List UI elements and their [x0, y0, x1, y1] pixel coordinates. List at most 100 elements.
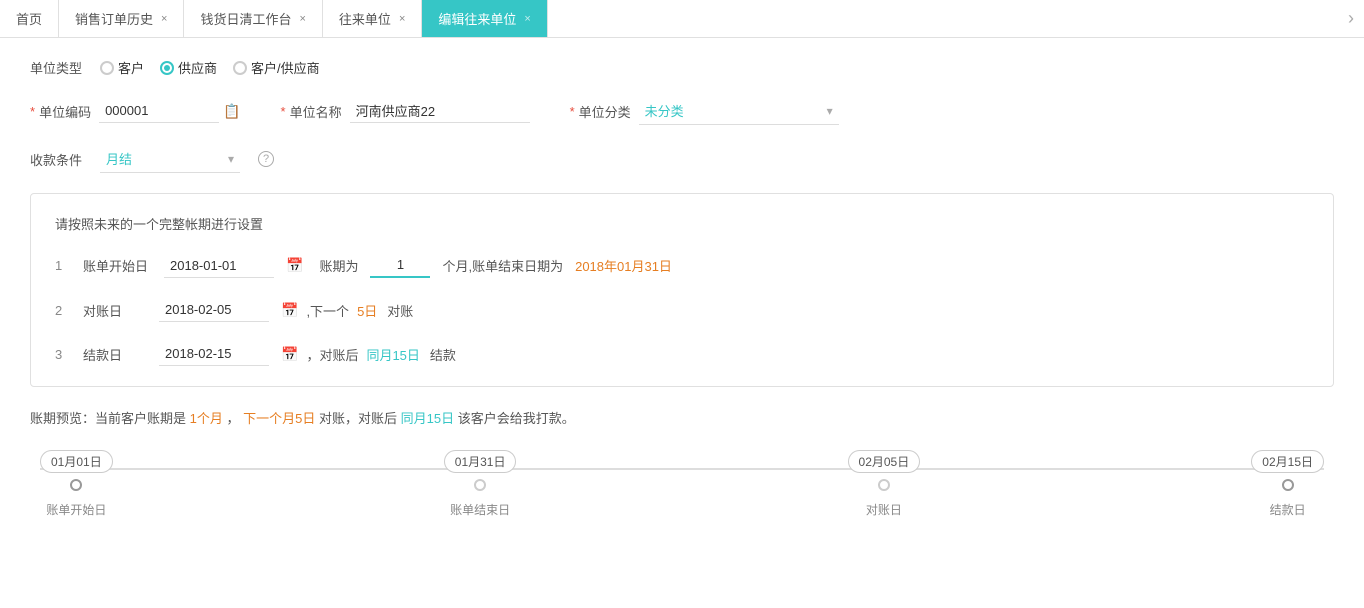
- tab-home[interactable]: 首页: [0, 0, 59, 37]
- payment-terms-select[interactable]: 月结 ▾: [100, 145, 240, 173]
- tab-edit-partner[interactable]: 编辑往来单位 ×: [422, 0, 547, 37]
- tab-partner-units-close[interactable]: ×: [399, 13, 405, 25]
- payment-terms-label: 收款条件: [30, 150, 82, 169]
- timeline: 01月01日 账单开始日 01月31日 账单结束日 02月05日 对账日 02月…: [30, 450, 1334, 518]
- period-suffix-after-1: 个月,账单结束日期为: [442, 256, 563, 275]
- help-icon[interactable]: ?: [258, 151, 274, 167]
- timeline-badge-1: 01月01日: [40, 450, 113, 473]
- unit-category-select[interactable]: 未分类 ▾: [639, 97, 839, 125]
- period-end-date-1: 2018年01月31日: [575, 256, 672, 275]
- unit-name-input[interactable]: [350, 99, 530, 123]
- payment-terms-chevron: ▾: [228, 152, 234, 166]
- tab-bar: 首页 销售订单历史 × 钱货日清工作台 × 往来单位 × 编辑往来单位 × ›: [0, 0, 1364, 38]
- preview-part3: 同月15日: [401, 411, 454, 426]
- unit-category-label: 单位分类: [579, 102, 631, 121]
- timeline-point-1: 01月01日 账单开始日: [40, 450, 113, 518]
- unit-name-star: *: [281, 104, 286, 119]
- period-calendar-3[interactable]: 📅: [281, 346, 298, 363]
- tab-sales-history[interactable]: 销售订单历史 ×: [59, 0, 184, 37]
- tab-sales-history-label: 销售订单历史: [75, 9, 153, 28]
- period-calendar-2[interactable]: 📅: [281, 302, 298, 319]
- unit-code-icon[interactable]: 📋: [223, 103, 240, 120]
- tab-edit-partner-label: 编辑往来单位: [438, 9, 516, 28]
- radio-customer[interactable]: 客户: [100, 58, 144, 77]
- timeline-point-2: 01月31日 账单结束日: [444, 450, 517, 518]
- preview-comma1: ，: [227, 411, 240, 426]
- timeline-label-4: 结款日: [1270, 501, 1306, 518]
- tab-edit-partner-close[interactable]: ×: [524, 13, 530, 25]
- timeline-badge-3: 02月05日: [848, 450, 921, 473]
- unit-name-field: * 单位名称: [281, 99, 530, 123]
- payment-terms-value: 月结: [106, 149, 228, 168]
- timeline-badge-4: 02月15日: [1251, 450, 1324, 473]
- timeline-badge-2: 01月31日: [444, 450, 517, 473]
- unit-code-label: 单位编码: [39, 102, 91, 121]
- unit-category-star: *: [570, 104, 575, 119]
- unit-category-value: 未分类: [645, 101, 827, 120]
- radio-both-label: 客户/供应商: [251, 58, 320, 77]
- unit-type-radio-group: 客户 供应商 客户/供应商: [100, 58, 320, 77]
- tab-partner-units-label: 往来单位: [339, 9, 391, 28]
- tab-more-button[interactable]: ›: [1338, 0, 1364, 37]
- timeline-point-3: 02月05日 对账日: [848, 450, 921, 518]
- payment-terms-row: 收款条件 月结 ▾ ?: [30, 145, 1334, 173]
- period-label-2: 对账日: [83, 301, 143, 320]
- timeline-points: 01月01日 账单开始日 01月31日 账单结束日 02月05日 对账日 02月…: [40, 450, 1324, 518]
- period-suffix-before-1: 账期为: [319, 256, 358, 275]
- period-calendar-1[interactable]: 📅: [286, 257, 303, 274]
- period-month-input[interactable]: [370, 253, 430, 278]
- radio-both[interactable]: 客户/供应商: [233, 58, 320, 77]
- unit-details-row: * 单位编码 📋 * 单位名称 * 单位分类 未分类 ▾: [30, 97, 1334, 125]
- period-suffix-2: 对账: [387, 301, 413, 320]
- unit-code-star: *: [30, 104, 35, 119]
- timeline-dot-1: [70, 479, 82, 491]
- period-num-1: 1: [55, 258, 75, 273]
- main-content: 单位类型 客户 供应商 客户/供应商 * 单位编码 📋 *: [0, 38, 1364, 608]
- period-date-3[interactable]: [159, 342, 269, 366]
- timeline-dot-3: [878, 479, 890, 491]
- period-prefix-2: ,下一个: [306, 301, 349, 320]
- unit-name-label: 单位名称: [290, 102, 342, 121]
- period-highlight-3: 同月15日: [366, 345, 419, 364]
- preview-part1: 1个月: [190, 411, 223, 426]
- unit-category-field: * 单位分类 未分类 ▾: [570, 97, 839, 125]
- timeline-label-3: 对账日: [866, 501, 902, 518]
- tab-cash-workbench[interactable]: 钱货日清工作台 ×: [184, 0, 322, 37]
- radio-customer-label: 客户: [118, 58, 144, 77]
- period-highlight-2: 5日: [357, 301, 377, 320]
- tab-partner-units[interactable]: 往来单位 ×: [323, 0, 422, 37]
- preview-section: 账期预览：当前客户账期是 1个月 ， 下一个月5日 对账，对账后 同月15日 该…: [30, 407, 1334, 430]
- radio-both-circle: [233, 61, 247, 75]
- radio-supplier-label: 供应商: [178, 58, 217, 77]
- unit-type-row: 单位类型 客户 供应商 客户/供应商: [30, 58, 1334, 77]
- preview-suffix: 该客户会给我打款。: [458, 411, 575, 426]
- period-label-1: 账单开始日: [83, 256, 148, 275]
- period-num-2: 2: [55, 303, 75, 318]
- period-date-1[interactable]: [164, 254, 274, 278]
- period-row-1: 1 账单开始日 📅 账期为 个月,账单结束日期为 2018年01月31日: [55, 253, 1309, 278]
- radio-supplier[interactable]: 供应商: [160, 58, 217, 77]
- preview-part2: 下一个月5日: [243, 411, 315, 426]
- period-row-3: 3 结款日 📅 ，对账后 同月15日 结款: [55, 342, 1309, 366]
- period-label-3: 结款日: [83, 345, 143, 364]
- unit-type-label: 单位类型: [30, 58, 82, 77]
- tab-sales-history-close[interactable]: ×: [161, 13, 167, 25]
- preview-prefix: 账期预览：当前客户账期是: [30, 411, 186, 426]
- period-num-3: 3: [55, 347, 75, 362]
- timeline-point-4: 02月15日 结款日: [1251, 450, 1324, 518]
- period-date-2[interactable]: [159, 298, 269, 322]
- radio-supplier-circle: [160, 61, 174, 75]
- period-suffix-3: 结款: [430, 345, 456, 364]
- tab-cash-workbench-label: 钱货日清工作台: [200, 9, 291, 28]
- unit-code-field: * 单位编码 📋: [30, 99, 241, 123]
- period-box-title: 请按照未来的一个完整帐期进行设置: [55, 214, 1309, 233]
- radio-customer-circle: [100, 61, 114, 75]
- period-prefix-3: ，对账后: [306, 345, 358, 364]
- timeline-dot-4: [1282, 479, 1294, 491]
- period-row-2: 2 对账日 📅 ,下一个 5日 对账: [55, 298, 1309, 322]
- period-settings-box: 请按照未来的一个完整帐期进行设置 1 账单开始日 📅 账期为 个月,账单结束日期…: [30, 193, 1334, 387]
- unit-code-input[interactable]: [99, 99, 219, 123]
- timeline-dot-2: [474, 479, 486, 491]
- tab-cash-workbench-close[interactable]: ×: [299, 13, 305, 25]
- timeline-label-1: 账单开始日: [46, 501, 106, 518]
